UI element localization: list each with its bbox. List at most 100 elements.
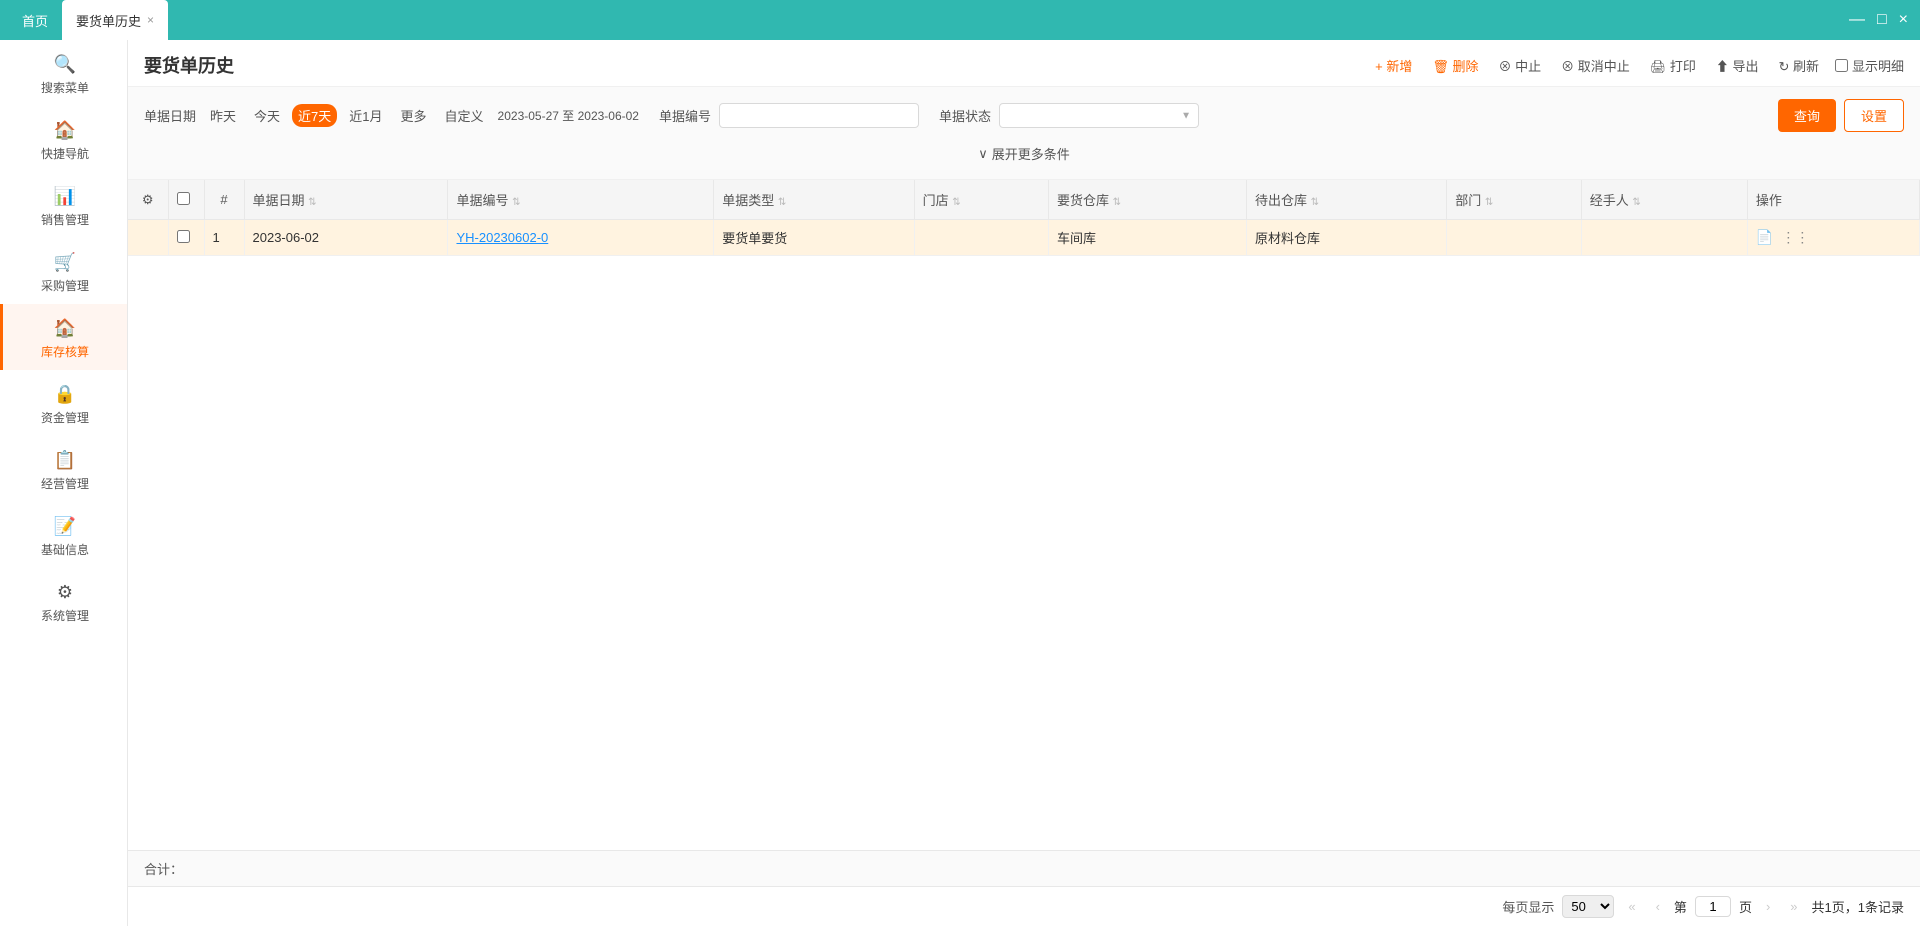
page-title: 要货单历史	[144, 52, 234, 78]
minimize-icon[interactable]: —	[1849, 11, 1865, 29]
inventory-icon: 🏠	[54, 318, 76, 339]
sort-store-icon: ⇅	[952, 197, 960, 208]
col-settings[interactable]: ⚙	[128, 180, 168, 220]
status-select-wrap	[999, 103, 1199, 128]
sidebar-item-shortcut[interactable]: 🏠 快捷导航	[0, 106, 127, 172]
sidebar-item-operation[interactable]: 📋 经营管理	[0, 436, 127, 502]
row-settings	[128, 220, 168, 256]
sidebar-item-purchase[interactable]: 🛒 采购管理	[0, 238, 127, 304]
row-bill-no[interactable]: YH-20230602-0	[448, 220, 714, 256]
expand-more-label: 展开更多条件	[992, 144, 1070, 163]
tab-home[interactable]: 首页	[8, 0, 62, 40]
edit-icon[interactable]: 📄	[1756, 229, 1773, 246]
filter-status: 单据状态	[939, 103, 1199, 128]
settings-button[interactable]: 设置	[1844, 99, 1904, 132]
col-bill-type[interactable]: 单据类型 ⇅	[714, 180, 914, 220]
col-department[interactable]: 部门 ⇅	[1447, 180, 1581, 220]
delete-button[interactable]: 🗑 删除	[1428, 54, 1482, 77]
sum-label: 合计：	[144, 859, 183, 878]
tab-history-label: 要货单历史	[76, 11, 141, 30]
sidebar-item-label: 搜索菜单	[41, 79, 89, 96]
date-btn-more[interactable]: 更多	[395, 104, 433, 127]
note-icon: 📝	[54, 516, 76, 537]
sidebar-item-system[interactable]: ⚙ 系统管理	[0, 568, 127, 634]
sort-type-icon: ⇅	[778, 197, 786, 208]
page-size-select[interactable]: 50 100	[1562, 895, 1614, 918]
stop-button[interactable]: ⊗ 中止	[1494, 54, 1545, 77]
refresh-button[interactable]: ↻ 刷新	[1774, 54, 1823, 77]
sidebar-item-finance[interactable]: 🔒 资金管理	[0, 370, 127, 436]
table-area: ⚙ # 单据日期 ⇅ 单据编号 ⇅ 单据类型 ⇅ 门店 ⇅ 要货仓库 ⇅ 待出仓…	[128, 180, 1920, 850]
date-filter-label: 单据日期	[144, 106, 196, 125]
tab-close-icon[interactable]: ×	[147, 13, 154, 27]
sidebar-item-sales[interactable]: 📊 销售管理	[0, 172, 127, 238]
sort-handler-icon: ⇅	[1632, 197, 1640, 208]
sidebar-item-basic[interactable]: 📝 基础信息	[0, 502, 127, 568]
status-select[interactable]	[999, 103, 1199, 128]
row-handler	[1581, 220, 1747, 256]
chart-icon: 📊	[54, 186, 76, 207]
date-btn-today[interactable]: 今天	[248, 104, 286, 127]
filter-buttons: 查询 设置	[1778, 99, 1904, 132]
show-detail-checkbox[interactable]	[1835, 59, 1848, 72]
cancel-stop-button[interactable]: ⊗ 取消中止	[1557, 54, 1634, 77]
show-detail-label: 显示明细	[1852, 56, 1904, 75]
col-num: #	[204, 180, 244, 220]
col-handler[interactable]: 经手人 ⇅	[1581, 180, 1747, 220]
page-size-label: 每页显示	[1502, 897, 1554, 916]
sidebar-item-inventory[interactable]: 🏠 库存核算	[0, 304, 127, 370]
col-warehouse[interactable]: 要货仓库 ⇅	[1049, 180, 1247, 220]
date-btn-1month[interactable]: 近1月	[343, 104, 388, 127]
pagination: 每页显示 50 100 « ‹ 第 页 › » 共1页，1条记录	[128, 886, 1920, 926]
row-warehouse: 车间库	[1049, 220, 1247, 256]
bill-no-input[interactable]	[719, 103, 919, 128]
row-department	[1447, 220, 1581, 256]
sidebar-item-label: 库存核算	[41, 343, 89, 360]
date-btn-yesterday[interactable]: 昨天	[204, 104, 242, 127]
date-btn-custom[interactable]: 自定义	[439, 104, 490, 127]
more-icon[interactable]: ⋮⋮	[1781, 229, 1809, 246]
row-date: 2023-06-02	[244, 220, 448, 256]
sidebar-item-label: 系统管理	[41, 607, 89, 624]
table-body: 1 2023-06-02 YH-20230602-0 要货单要货 车间库 原材料…	[128, 220, 1920, 256]
query-button[interactable]: 查询	[1778, 99, 1836, 132]
close-icon[interactable]: ×	[1899, 11, 1908, 29]
page-header: 要货单历史 + 新增 🗑 删除 ⊗ 中止 ⊗ 取消中止 🖨 打印 ⬆ 导出 ↻ …	[128, 40, 1920, 87]
sort-to-warehouse-icon: ⇅	[1311, 197, 1319, 208]
home-icon: 🏠	[54, 120, 76, 141]
clipboard-icon: 📋	[54, 450, 76, 471]
row-store	[914, 220, 1048, 256]
col-dept-label: 部门	[1455, 193, 1481, 208]
last-page-btn[interactable]: »	[1784, 897, 1803, 916]
sidebar-item-search[interactable]: 🔍 搜索菜单	[0, 40, 127, 106]
col-to-warehouse[interactable]: 待出仓库 ⇅	[1246, 180, 1446, 220]
expand-more-button[interactable]: ∨ 展开更多条件	[144, 140, 1904, 167]
date-btn-7days[interactable]: 近7天	[292, 104, 337, 127]
prev-page-btn[interactable]: ‹	[1650, 897, 1666, 916]
show-detail-button[interactable]: 显示明细	[1835, 56, 1904, 75]
print-button[interactable]: 🖨 打印	[1646, 54, 1700, 77]
first-page-btn[interactable]: «	[1622, 897, 1641, 916]
tab-history[interactable]: 要货单历史 ×	[62, 0, 168, 40]
row-checkbox[interactable]	[177, 230, 190, 243]
bill-no-link[interactable]: YH-20230602-0	[456, 230, 548, 245]
next-page-btn[interactable]: ›	[1760, 897, 1776, 916]
maximize-icon[interactable]: □	[1877, 11, 1887, 29]
sidebar-item-label: 经营管理	[41, 475, 89, 492]
page-num-input[interactable]	[1695, 896, 1731, 917]
search-icon: 🔍	[54, 54, 76, 75]
new-button[interactable]: + 新增	[1371, 54, 1416, 77]
sidebar-item-label: 销售管理	[41, 211, 89, 228]
export-button[interactable]: ⬆ 导出	[1712, 54, 1763, 77]
status-label: 单据状态	[939, 106, 991, 125]
filter-area: 单据日期 昨天 今天 近7天 近1月 更多 自定义 2023-05-27 至 2…	[128, 87, 1920, 180]
col-handler-label: 经手人	[1590, 193, 1629, 208]
table-header-row: ⚙ # 单据日期 ⇅ 单据编号 ⇅ 单据类型 ⇅ 门店 ⇅ 要货仓库 ⇅ 待出仓…	[128, 180, 1920, 220]
row-check	[168, 220, 204, 256]
jump-label: 第	[1674, 897, 1687, 916]
layout: 🔍 搜索菜单 🏠 快捷导航 📊 销售管理 🛒 采购管理 🏠 库存核算 🔒 资金管…	[0, 40, 1920, 926]
col-store[interactable]: 门店 ⇅	[914, 180, 1048, 220]
select-all-checkbox[interactable]	[177, 192, 190, 205]
col-bill-no[interactable]: 单据编号 ⇅	[448, 180, 714, 220]
col-date[interactable]: 单据日期 ⇅	[244, 180, 448, 220]
